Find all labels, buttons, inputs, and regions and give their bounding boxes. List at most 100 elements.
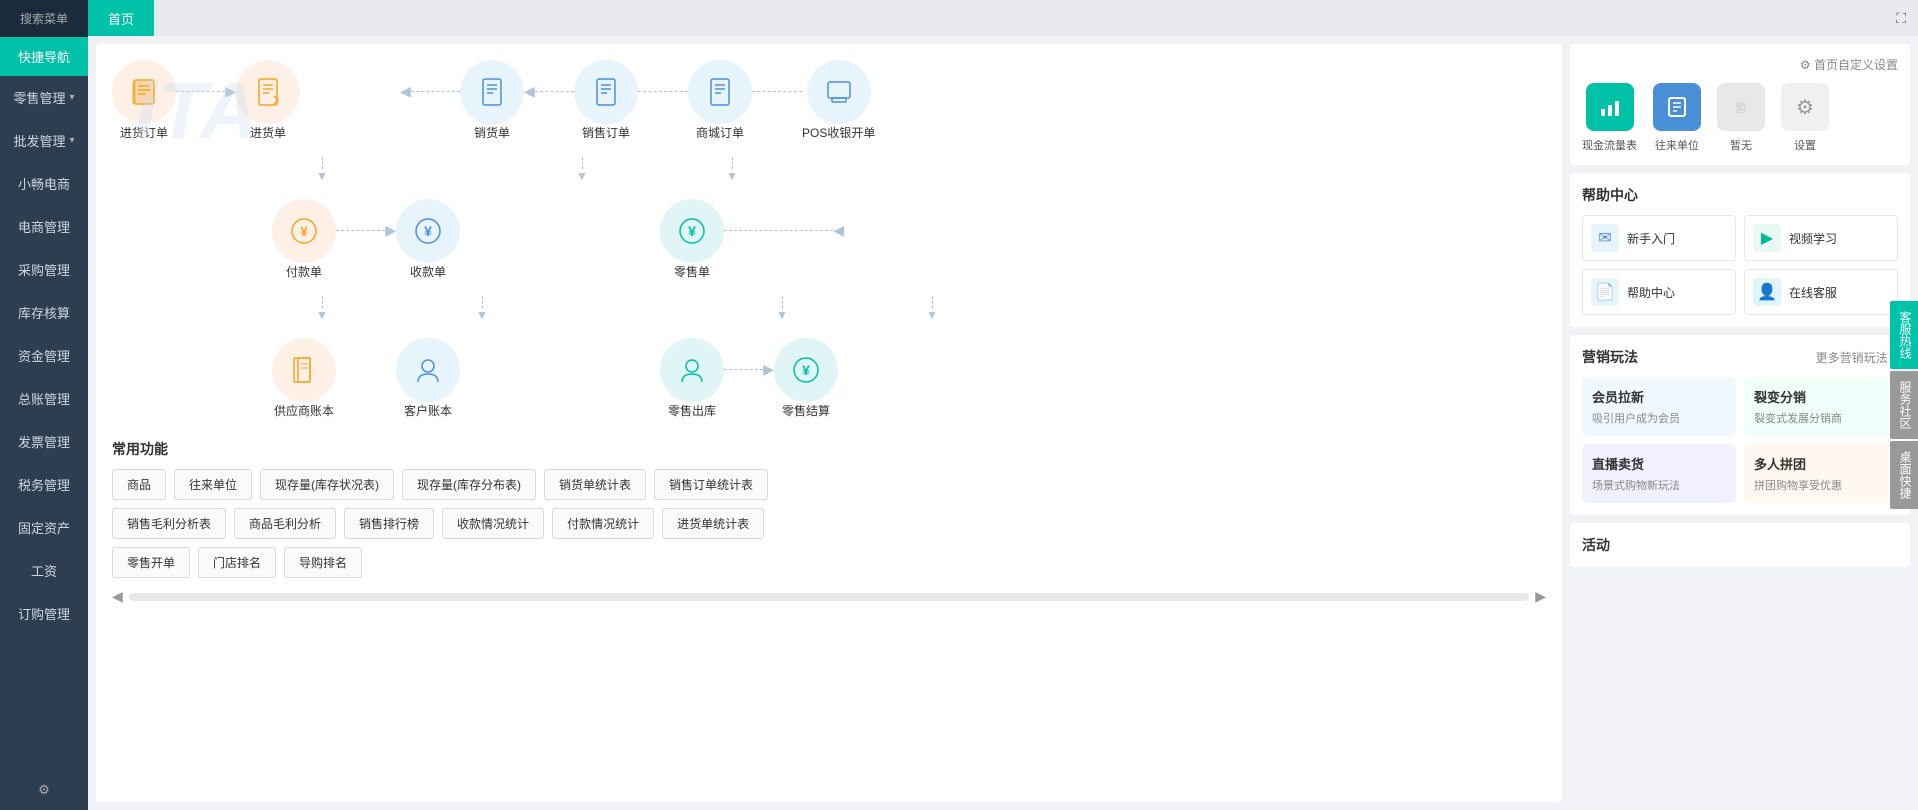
sidebar-item-purchase[interactable]: 采购管理 [0, 248, 88, 291]
marketing-more[interactable]: 更多营销玩法 > [1816, 349, 1898, 366]
newcomer-label: 新手入门 [1627, 230, 1675, 247]
quick-access: ⚙ 首页自定义设置 现金流量表 往来单位 [1570, 44, 1910, 165]
func-btn-receipt-stat[interactable]: 收款情况统计 [442, 508, 544, 539]
main-area: 首页 ⛶ iTA 进货订单 [88, 0, 1918, 810]
purchase-icon [236, 60, 300, 124]
sidebar-item-ledger[interactable]: 总账管理 [0, 377, 88, 420]
func-btn-inventory1[interactable]: 现存量(库存状况表) [260, 469, 394, 500]
flow-node-receipt[interactable]: ¥ 收款单 [396, 199, 460, 280]
sidebar-item-ecom1[interactable]: 小畅电商 [0, 162, 88, 205]
svg-text:¥: ¥ [802, 362, 810, 378]
flow-node-pos[interactable]: POS收银开单 [802, 60, 875, 141]
svg-text:¥: ¥ [300, 223, 308, 239]
right-panel: ⚙ 首页自定义设置 现金流量表 往来单位 [1570, 44, 1910, 802]
payment-label: 付款单 [286, 263, 322, 280]
func-btn-store-rank[interactable]: 门店排名 [198, 547, 276, 578]
func-btn-sales-order-stat[interactable]: 销售订单统计表 [654, 469, 768, 500]
marketing-fission[interactable]: 裂变分销 裂变式发展分销商 [1744, 377, 1898, 436]
purchase-label: 进货单 [250, 124, 286, 141]
sidebar-item-wholesale[interactable]: 批发管理 ▾ [0, 119, 88, 162]
marketing-grid: 会员拉新 吸引用户成为会员 裂变分销 裂变式发展分销商 直播卖货 场景式购物新玩… [1582, 377, 1898, 503]
flow-node-sales[interactable]: 销货单 [460, 60, 524, 141]
sidebar-item-inventory[interactable]: 库存核算 [0, 291, 88, 334]
help-video[interactable]: ▶ 视频学习 [1744, 215, 1898, 261]
side-float-desktop[interactable]: 桌面快捷 [1890, 441, 1918, 509]
func-btn-product[interactable]: 商品 [112, 469, 166, 500]
flow-node-retail-out[interactable]: 零售出库 [660, 338, 724, 419]
flow-node-sales-order[interactable]: 销售订单 [574, 60, 638, 141]
tab-home[interactable]: 首页 [88, 0, 154, 36]
svg-text:¥: ¥ [688, 223, 696, 239]
flow-node-payment[interactable]: ¥ 付款单 [272, 199, 336, 280]
flow-node-purchase[interactable]: 进货单 [236, 60, 300, 141]
sidebar-item-finance[interactable]: 资金管理 [0, 334, 88, 377]
marketing-member-title: 会员拉新 [1592, 387, 1726, 406]
sales-icon [460, 60, 524, 124]
common-functions-title: 常用功能 [112, 439, 1546, 459]
flow-node-purchase-order[interactable]: 进货订单 [112, 60, 176, 141]
customer-book-icon [396, 338, 460, 402]
marketing-member[interactable]: 会员拉新 吸引用户成为会员 [1582, 377, 1736, 436]
empty-icon: 暂 [1717, 83, 1765, 131]
func-btn-guide-rank[interactable]: 导购排名 [284, 547, 362, 578]
func-btn-retail-order[interactable]: 零售开单 [112, 547, 190, 578]
pos-icon [807, 60, 871, 124]
func-btn-purchase-stat[interactable]: 进货单统计表 [662, 508, 764, 539]
sidebar-item-ecom2[interactable]: 电商管理 [0, 205, 88, 248]
scroll-right-arrow[interactable]: ▶ [1535, 588, 1546, 605]
cashflow-label: 现金流量表 [1582, 137, 1637, 153]
flow-node-supplier-book[interactable]: 供应商账本 [272, 338, 336, 419]
func-btn-product-profit[interactable]: 商品毛利分析 [234, 508, 336, 539]
tab-bar-right: ⛶ [1896, 0, 1918, 36]
settings-button[interactable]: ⚙ [0, 770, 88, 810]
func-btn-contacts[interactable]: 往来单位 [174, 469, 252, 500]
sidebar-item-retail[interactable]: 零售管理 ▾ [0, 76, 88, 119]
empty-label: 暂无 [1730, 137, 1752, 153]
qa-cashflow[interactable]: 现金流量表 [1582, 83, 1637, 153]
marketing-live[interactable]: 直播卖货 场景式购物新玩法 [1582, 444, 1736, 503]
scroll-left-arrow[interactable]: ◀ [112, 588, 123, 605]
marketing-group[interactable]: 多人拼团 拼团购物享受优惠 [1744, 444, 1898, 503]
qa-empty[interactable]: 暂 暂无 [1717, 83, 1765, 153]
marketing-fission-desc: 裂变式发展分销商 [1754, 410, 1888, 426]
side-float: 客服热线 服务社区 桌面快捷 [1890, 301, 1918, 509]
func-btn-inventory2[interactable]: 现存量(库存分布表) [402, 469, 536, 500]
func-btn-sales-stat[interactable]: 销货单统计表 [544, 469, 646, 500]
sidebar-nav[interactable]: 快捷导航 [0, 37, 88, 76]
flow-node-retail-settle[interactable]: ¥ 零售结算 [774, 338, 838, 419]
chevron-down-icon: ▾ [69, 135, 74, 146]
qa-contacts[interactable]: 往来单位 [1653, 83, 1701, 153]
func-btn-sales-profit[interactable]: 销售毛利分析表 [112, 508, 226, 539]
sidebar-search[interactable]: 搜索菜单 [0, 0, 88, 37]
service-icon: 👤 [1753, 278, 1781, 306]
help-center[interactable]: 📄 帮助中心 [1582, 269, 1736, 315]
marketing-fission-title: 裂变分销 [1754, 387, 1888, 406]
sidebar-item-tax[interactable]: 税务管理 [0, 463, 88, 506]
flow-node-retail[interactable]: ¥ 零售单 [660, 199, 724, 280]
qa-settings-icon[interactable]: ⚙ 设置 [1781, 83, 1829, 153]
payment-icon: ¥ [272, 199, 336, 263]
fullscreen-icon[interactable]: ⛶ [1896, 10, 1906, 27]
qa-settings[interactable]: ⚙ 首页自定义设置 [1582, 56, 1898, 73]
sidebar-item-assets[interactable]: 固定资产 [0, 506, 88, 549]
help-newcomer[interactable]: ✉ 新手入门 [1582, 215, 1736, 261]
supplier-book-label: 供应商账本 [274, 402, 334, 419]
side-float-community[interactable]: 服务社区 [1890, 371, 1918, 439]
newcomer-icon: ✉ [1591, 224, 1619, 252]
flow-node-customer-book[interactable]: 客户账本 [396, 338, 460, 419]
scroll-track[interactable] [129, 593, 1529, 601]
marketing-live-title: 直播卖货 [1592, 454, 1726, 473]
func-btn-sales-rank[interactable]: 销售排行榜 [344, 508, 434, 539]
activity-section: 活动 [1570, 523, 1910, 567]
mall-order-icon [688, 60, 752, 124]
marketing-member-desc: 吸引用户成为会员 [1592, 410, 1726, 426]
retail-label: 零售单 [674, 263, 710, 280]
func-btn-payment-stat[interactable]: 付款情况统计 [552, 508, 654, 539]
sidebar-item-salary[interactable]: 工资 [0, 549, 88, 592]
flow-node-mall-order[interactable]: 商城订单 [688, 60, 752, 141]
sidebar-item-invoice[interactable]: 发票管理 [0, 420, 88, 463]
help-center-icon: 📄 [1591, 278, 1619, 306]
sidebar-item-order-mgmt[interactable]: 订购管理 [0, 592, 88, 635]
help-service[interactable]: 👤 在线客服 [1744, 269, 1898, 315]
side-float-service[interactable]: 客服热线 [1890, 301, 1918, 369]
